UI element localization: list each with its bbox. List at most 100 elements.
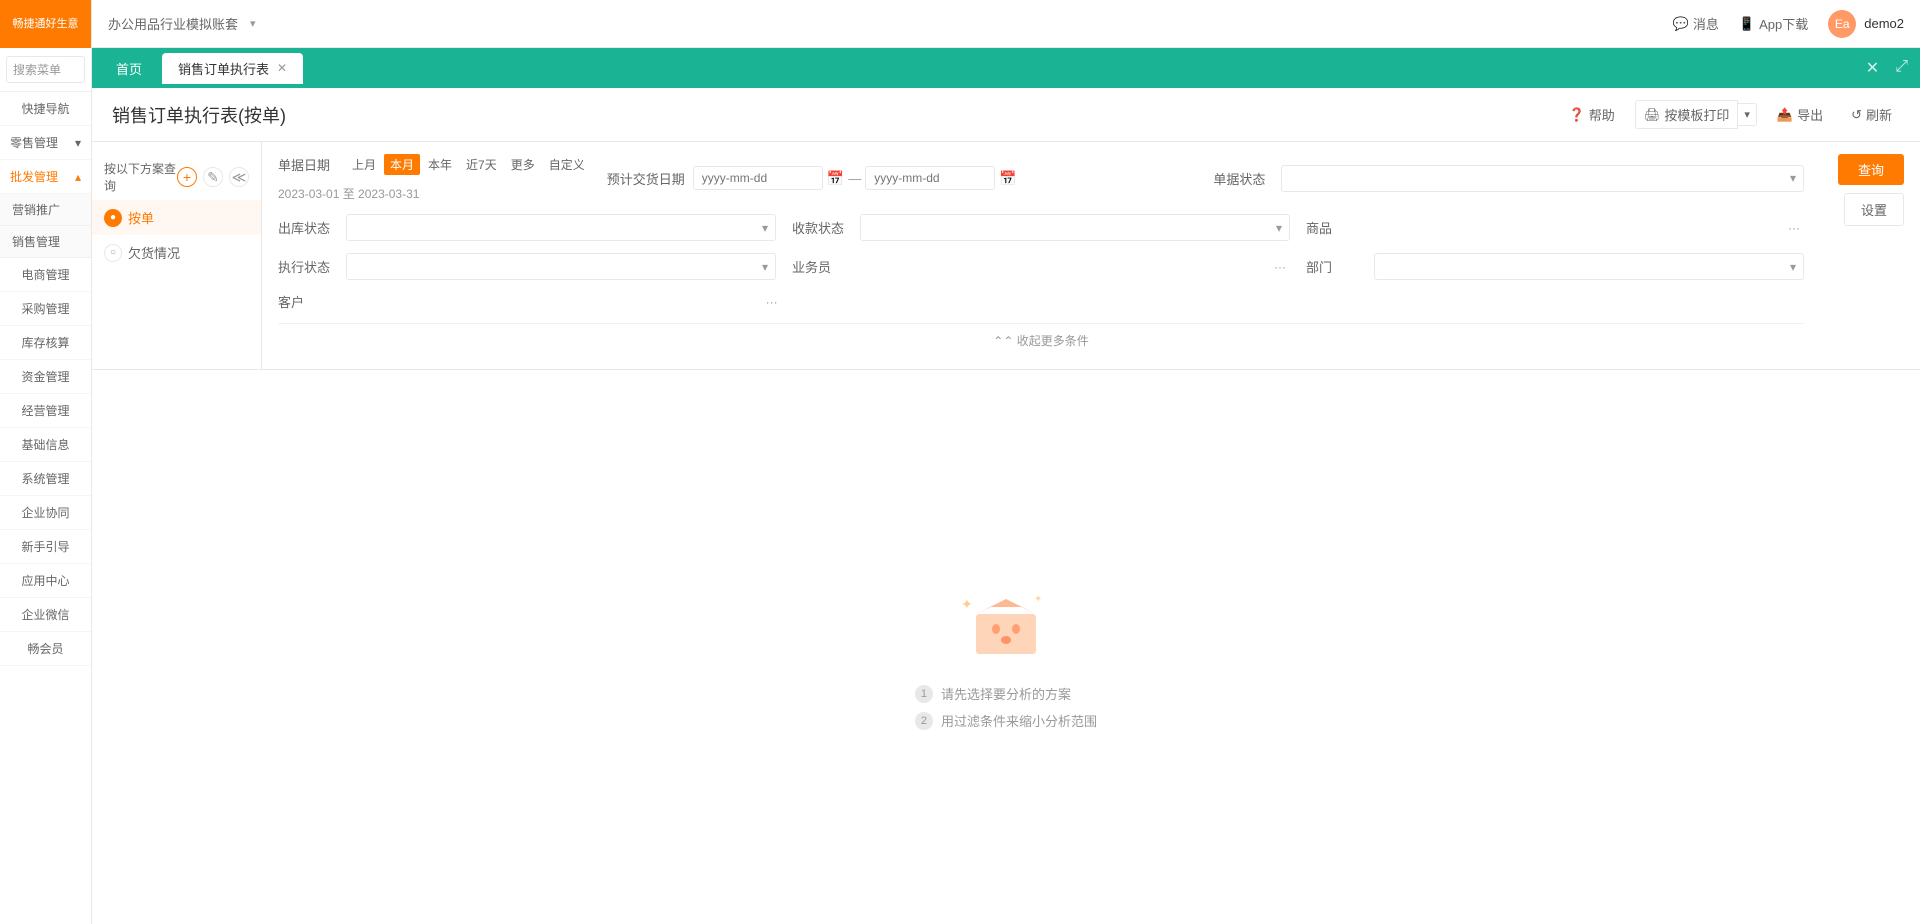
main-content: 办公用品行业模拟账套 ▾ 💬 消息 📱 App下载 Ea demo2 首页 销售…: [92, 0, 1920, 924]
stock-status-select[interactable]: [346, 214, 776, 241]
tab-close-window-icon[interactable]: ✕: [1862, 54, 1883, 82]
filter-collapse-btn[interactable]: ≪: [229, 167, 249, 187]
download-icon: 📱: [1739, 16, 1755, 32]
sidebar-item-system[interactable]: 系统管理: [0, 462, 91, 496]
refresh-btn[interactable]: ↺ 刷新: [1843, 101, 1900, 128]
filter-stock-item: 出库状态: [278, 214, 776, 241]
date-tab-custom[interactable]: 自定义: [543, 154, 591, 175]
sidebar-item-cooperation[interactable]: 企业协同: [0, 496, 91, 530]
filter-sidebar: 按以下方案查询 + ✎ ≪ ● 按单 ○ 欠货情况: [92, 142, 262, 369]
date-tab-last-month[interactable]: 上月: [346, 154, 382, 175]
user-name[interactable]: demo2: [1864, 16, 1904, 31]
filter-fields-section: 单据日期 上月 本月 本年 近7天 更多 自定义 2023-03-01 至 20…: [262, 142, 1820, 369]
user-avatar[interactable]: Ea: [1828, 10, 1856, 38]
receive-status-select[interactable]: [860, 214, 1290, 241]
sidebar-item-ecommerce[interactable]: 电商管理: [0, 258, 91, 292]
exec-status-select[interactable]: [346, 253, 776, 280]
filter-scheme-order-label: 按单: [128, 208, 154, 227]
filter-scheme-order[interactable]: ● 按单: [92, 200, 261, 235]
order-status-select[interactable]: [1281, 165, 1804, 192]
expected-date-end[interactable]: [865, 166, 995, 190]
sidebar-item-newbie[interactable]: 新手引导: [0, 530, 91, 564]
query-btn[interactable]: 查询: [1838, 154, 1904, 185]
collapse-up-icon: ⌃⌃: [993, 334, 1013, 348]
sidebar-item-finance[interactable]: 资金管理: [0, 360, 91, 394]
goods-more-btn[interactable]: ···: [1784, 221, 1804, 235]
wholesale-sub-menu: 营销推广 销售管理: [0, 194, 91, 258]
sidebar-item-operations[interactable]: 经营管理: [0, 394, 91, 428]
filter-sidebar-header: 按以下方案查询 + ✎ ≪: [92, 154, 261, 200]
filter-expected-date-label: 预计交货日期: [607, 169, 685, 188]
filter-content-area: 按以下方案查询 + ✎ ≪ ● 按单 ○ 欠货情况: [92, 142, 1920, 370]
chevron-down-icon: ▾: [75, 136, 81, 150]
salesman-more-btn[interactable]: ···: [1270, 260, 1290, 274]
empty-state: ✦ ✦ · 1 请先选择要分析的方案 2 用过滤条件来缩小分析范围: [92, 370, 1920, 924]
empty-step-2-label: 用过滤条件来缩小分析范围: [941, 711, 1097, 730]
filter-scheme-shortage[interactable]: ○ 欠货情况: [92, 235, 261, 270]
sidebar-item-wholesale-label: 批发管理: [10, 168, 58, 185]
date-separator: —: [848, 171, 861, 186]
filter-customer-item: 客户 ···: [278, 292, 782, 311]
search-menu-btn[interactable]: 搜索菜单: [6, 56, 85, 83]
sidebar-logo[interactable]: 畅捷通好生意: [0, 0, 91, 48]
customer-more-btn[interactable]: ···: [762, 295, 782, 309]
collapse-filters-btn[interactable]: ⌃⌃ 收起更多条件: [278, 323, 1804, 357]
print-btn[interactable]: 🖨 按模板打印: [1635, 100, 1739, 129]
date-tab-7days[interactable]: 近7天: [460, 154, 503, 175]
date-tab-this-year[interactable]: 本年: [422, 154, 458, 175]
filter-order-status-label: 单据状态: [1213, 169, 1273, 188]
sidebar-item-inventory[interactable]: 库存核算: [0, 326, 91, 360]
tab-active-label: 销售订单执行表: [178, 59, 269, 78]
filter-receive-item: 收款状态: [792, 214, 1290, 241]
refresh-label: 刷新: [1866, 105, 1892, 124]
tab-sales-order-exec[interactable]: 销售订单执行表 ✕: [162, 53, 303, 84]
message-label: 消息: [1693, 14, 1719, 33]
topbar: 办公用品行业模拟账套 ▾ 💬 消息 📱 App下载 Ea demo2: [92, 0, 1920, 48]
sidebar-item-member[interactable]: 畅会员: [0, 632, 91, 666]
calendar-end-icon: 📅: [999, 170, 1016, 187]
settings-btn[interactable]: 设置: [1844, 193, 1904, 226]
date-tab-this-month[interactable]: 本月: [384, 154, 420, 175]
refresh-icon: ↺: [1851, 107, 1862, 123]
exec-select-wrapper: [346, 253, 776, 280]
page-title: 销售订单执行表(按单): [112, 102, 286, 128]
filter-dept-item: 部门: [1306, 253, 1804, 280]
filter-goods-item: 商品 ···: [1306, 218, 1804, 237]
sidebar-item-quick-nav[interactable]: 快捷导航: [0, 92, 91, 126]
sidebar-item-wholesale[interactable]: 批发管理 ▴: [0, 160, 91, 194]
sidebar-item-sales[interactable]: 销售管理: [0, 226, 91, 258]
active-scheme-dot: ●: [104, 209, 122, 227]
filter-add-btn[interactable]: +: [177, 167, 197, 187]
sidebar-item-purchase[interactable]: 采购管理: [0, 292, 91, 326]
export-btn[interactable]: 📤 导出: [1769, 101, 1831, 128]
print-icon: 🖨: [1644, 107, 1661, 123]
receive-select-wrapper: [860, 214, 1290, 241]
tab-maximize-icon[interactable]: ⤢: [1891, 54, 1912, 82]
sidebar-item-marketing[interactable]: 营销推广: [0, 194, 91, 226]
filter-date-label: 单据日期: [278, 155, 338, 174]
filter-order-status-item: 单据状态: [1213, 165, 1804, 192]
filter-edit-btn[interactable]: ✎: [203, 167, 223, 187]
sidebar-item-basic[interactable]: 基础信息: [0, 428, 91, 462]
filter-dept-label: 部门: [1306, 257, 1366, 276]
filter-row-exec: 执行状态 业务员 ··· 部门: [278, 253, 1804, 280]
tab-close-icon[interactable]: ✕: [277, 61, 287, 75]
topbar-dropdown-icon[interactable]: ▾: [250, 17, 256, 30]
filter-stock-label: 出库状态: [278, 218, 338, 237]
tabbar-right: ✕ ⤢: [1862, 54, 1912, 82]
app-download-action[interactable]: 📱 App下载: [1739, 14, 1808, 33]
help-btn[interactable]: ❓ 帮助: [1561, 101, 1623, 128]
inactive-scheme-dot: ○: [104, 244, 122, 262]
date-tab-more[interactable]: 更多: [505, 154, 541, 175]
tab-home[interactable]: 首页: [100, 53, 158, 84]
sidebar-item-retail[interactable]: 零售管理 ▾: [0, 126, 91, 160]
stock-select-wrapper: [346, 214, 776, 241]
sidebar-item-apps[interactable]: 应用中心: [0, 564, 91, 598]
dept-select[interactable]: [1374, 253, 1804, 280]
print-btn-group: 🖨 按模板打印 ▾: [1635, 100, 1757, 129]
print-dropdown-btn[interactable]: ▾: [1738, 103, 1757, 126]
message-action[interactable]: 💬 消息: [1673, 14, 1719, 33]
sidebar-item-wechat[interactable]: 企业微信: [0, 598, 91, 632]
empty-steps: 1 请先选择要分析的方案 2 用过滤条件来缩小分析范围: [915, 684, 1097, 730]
expected-date-start[interactable]: [693, 166, 823, 190]
